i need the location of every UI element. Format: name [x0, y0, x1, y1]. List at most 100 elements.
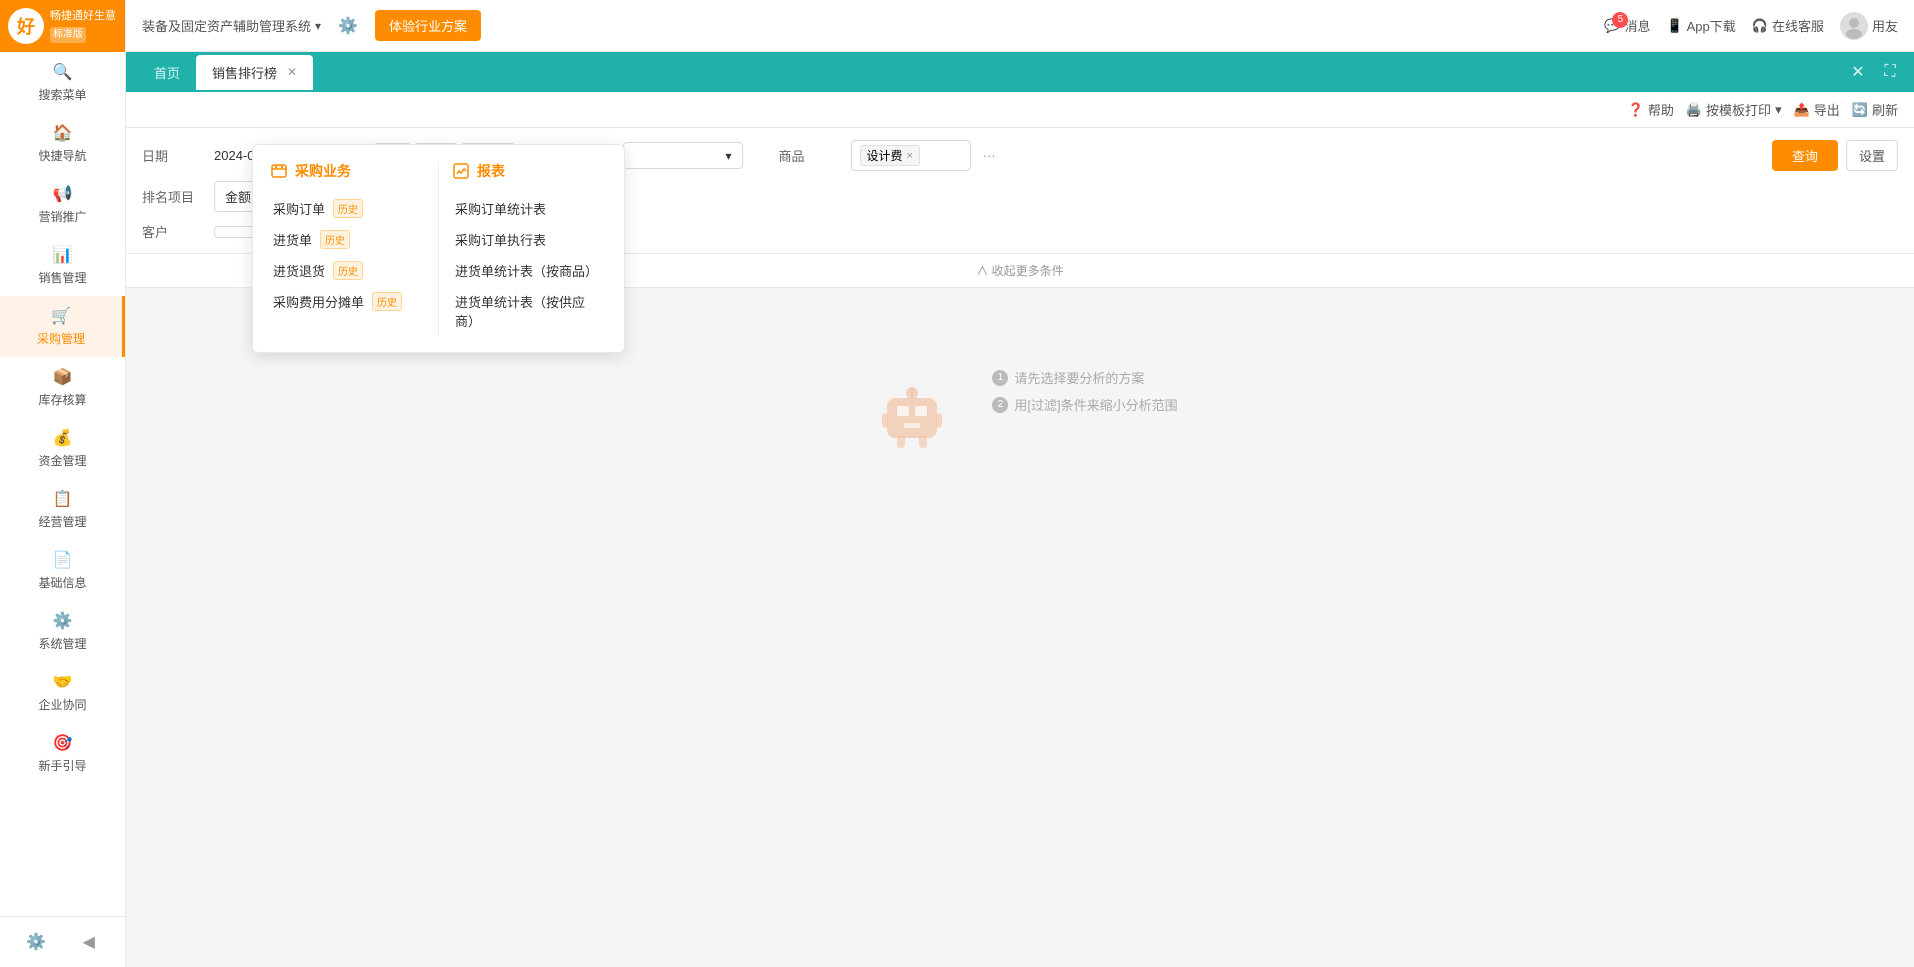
sidebar-item-basic-info[interactable]: 📄 基础信息 [0, 540, 125, 601]
settings-btn[interactable]: 设置 [1846, 140, 1898, 171]
phone-icon: 📱 [1666, 18, 1682, 34]
inventory-icon: 📦 [53, 367, 73, 387]
empty-tip-1: 1 请先选择要分析的方案 [992, 368, 1144, 387]
print-icon: 🖨️ [1686, 102, 1702, 118]
incoming-stats-supplier-item[interactable]: 进货单统计表（按供应商） [451, 286, 608, 336]
purchase-dropdown-menu: 采购业务 采购订单 历史 进货单 历史 进货退货 历史 采购费用分摊单 历史 [252, 144, 625, 353]
finance-icon: 💰 [53, 428, 73, 448]
dropdown-divider [438, 161, 439, 336]
chevron-down-icon [315, 18, 321, 33]
purchase-order-stats-item[interactable]: 采购订单统计表 [451, 193, 608, 224]
purchase-icon: 🛒 [51, 306, 71, 326]
help-icon: ❓ [1628, 102, 1644, 118]
tab-close-all-btn[interactable]: ✕ [1846, 60, 1870, 84]
topbar-settings-btn[interactable]: ⚙️ [333, 11, 363, 41]
print-dropdown-icon: ▾ [1775, 102, 1782, 118]
doc-status-chevron-icon [726, 148, 732, 163]
topbar: 装备及固定资产辅助管理系统 ⚙️ 体验行业方案 💬 5 消息 📱 App下载 🎧… [126, 0, 1914, 52]
sidebar-item-enterprise[interactable]: 🤝 企业协同 [0, 662, 125, 723]
sidebar-item-marketing[interactable]: 📢 营销推广 [0, 174, 125, 235]
main-content: 装备及固定资产辅助管理系统 ⚙️ 体验行业方案 💬 5 消息 📱 App下载 🎧… [126, 0, 1914, 967]
report-section-title: 报表 [451, 161, 608, 181]
customer-label: 客户 [142, 222, 202, 241]
sidebar-collapse-btn[interactable]: ◀ [74, 927, 104, 957]
enterprise-icon: 🤝 [53, 672, 73, 692]
refresh-btn[interactable]: 🔄 刷新 [1852, 100, 1898, 119]
system-title: 装备及固定资产辅助管理系统 [142, 16, 311, 35]
user-action[interactable]: 用友 [1840, 12, 1898, 40]
purchase-order-item[interactable]: 采购订单 历史 [269, 193, 426, 224]
sidebar-item-guide[interactable]: 🎯 新手引导 [0, 723, 125, 784]
purchase-section-icon [269, 161, 289, 181]
app-download-action[interactable]: 📱 App下载 [1666, 16, 1735, 35]
goods-label: 商品 [779, 146, 839, 165]
system-title-dropdown[interactable]: 装备及固定资产辅助管理系统 [142, 16, 321, 35]
online-service-action[interactable]: 🎧 在线客服 [1752, 16, 1824, 35]
notification-icon: 💬 5 [1604, 18, 1620, 34]
home-icon: 🏠 [53, 123, 73, 143]
sidebar-nav: 🔍 搜索菜单 🏠 快捷导航 📢 营销推广 📊 销售管理 🛒 采购管理 📦 库存核… [0, 52, 125, 916]
export-icon: 📤 [1794, 102, 1810, 118]
collapse-icon: ∧ [976, 264, 988, 278]
sidebar-settings-btn[interactable]: ⚙️ [21, 927, 51, 957]
system-icon: ⚙️ [53, 611, 73, 631]
headset-icon: 🎧 [1752, 18, 1768, 34]
sidebar-bottom: ⚙️ ◀ [0, 916, 125, 967]
sales-icon: 📊 [53, 245, 73, 265]
goods-tag-input[interactable]: 设计费 × [851, 140, 971, 171]
topbar-actions: 💬 5 消息 📱 App下载 🎧 在线客服 [1604, 12, 1898, 40]
tab-bar: 首页 销售排行榜 ✕ ✕ ⛶ [126, 52, 1914, 92]
goods-more-dots[interactable]: ··· [983, 148, 996, 163]
purchase-order-exec-item[interactable]: 采购订单执行表 [451, 224, 608, 255]
app-download-label: App下载 [1687, 16, 1736, 35]
query-btn[interactable]: 查询 [1772, 140, 1838, 171]
logo-icon: 好 [8, 8, 44, 44]
tab-bar-actions: ✕ ⛶ [1846, 60, 1902, 84]
marketing-icon: 📢 [53, 184, 73, 204]
sidebar: 好 畅捷通好生意 标准版 🔍 搜索菜单 🏠 快捷导航 📢 营销推广 📊 销售管理… [0, 0, 126, 967]
tab-home[interactable]: 首页 [138, 55, 196, 90]
sidebar-item-sales[interactable]: 📊 销售管理 [0, 235, 125, 296]
report-section-icon [451, 161, 471, 181]
search-icon: 🔍 [53, 62, 73, 82]
guide-icon: 🎯 [53, 733, 73, 753]
export-btn[interactable]: 📤 导出 [1794, 100, 1840, 119]
goods-tag: 设计费 × [860, 145, 920, 166]
notification-action[interactable]: 💬 5 消息 [1604, 16, 1650, 35]
print-btn[interactable]: 🖨️ 按模板打印 ▾ [1686, 100, 1782, 119]
tab-close-icon[interactable]: ✕ [287, 65, 297, 79]
sidebar-logo: 好 畅捷通好生意 标准版 [0, 0, 125, 52]
doc-status-select[interactable] [623, 142, 743, 169]
notification-badge: 5 [1612, 12, 1628, 28]
sidebar-item-operations[interactable]: 📋 经营管理 [0, 479, 125, 540]
logo-text: 畅捷通好生意 标准版 [50, 9, 116, 42]
empty-tips: 1 请先选择要分析的方案 2 用[过滤]条件来缩小分析范围 [992, 368, 1177, 414]
sidebar-item-inventory[interactable]: 📦 库存核算 [0, 357, 125, 418]
operations-icon: 📋 [53, 489, 73, 509]
refresh-icon: 🔄 [1852, 102, 1868, 118]
tab-sales-rank[interactable]: 销售排行榜 ✕ [196, 55, 313, 90]
sidebar-item-finance[interactable]: 💰 资金管理 [0, 418, 125, 479]
sidebar-item-purchase[interactable]: 🛒 采购管理 [0, 296, 125, 357]
notification-label: 消息 [1624, 16, 1650, 35]
online-service-label: 在线客服 [1772, 16, 1824, 35]
industry-btn[interactable]: 体验行业方案 [375, 10, 481, 41]
help-btn[interactable]: ❓ 帮助 [1628, 100, 1674, 119]
sidebar-item-search[interactable]: 🔍 搜索菜单 [0, 52, 125, 113]
report-section: 报表 采购订单统计表 采购订单执行表 进货单统计表（按商品） 进货单统计表（按供… [451, 161, 608, 336]
incoming-item[interactable]: 进货单 历史 [269, 224, 426, 255]
avatar [1840, 12, 1868, 40]
empty-illustration [862, 368, 962, 468]
tab-fullscreen-btn[interactable]: ⛶ [1878, 60, 1902, 84]
sidebar-item-system[interactable]: ⚙️ 系统管理 [0, 601, 125, 662]
empty-tip-2: 2 用[过滤]条件来缩小分析范围 [992, 395, 1177, 414]
rank-item-label: 排名项目 [142, 187, 202, 206]
incoming-stats-goods-item[interactable]: 进货单统计表（按商品） [451, 255, 608, 286]
sidebar-item-quick-nav[interactable]: 🏠 快捷导航 [0, 113, 125, 174]
filter-actions: 查询 设置 [1772, 140, 1898, 171]
cost-allocation-item[interactable]: 采购费用分摊单 历史 [269, 286, 426, 317]
return-item[interactable]: 进货退货 历史 [269, 255, 426, 286]
user-label: 用友 [1872, 16, 1898, 35]
date-label: 日期 [142, 146, 202, 165]
goods-tag-close[interactable]: × [907, 150, 913, 162]
